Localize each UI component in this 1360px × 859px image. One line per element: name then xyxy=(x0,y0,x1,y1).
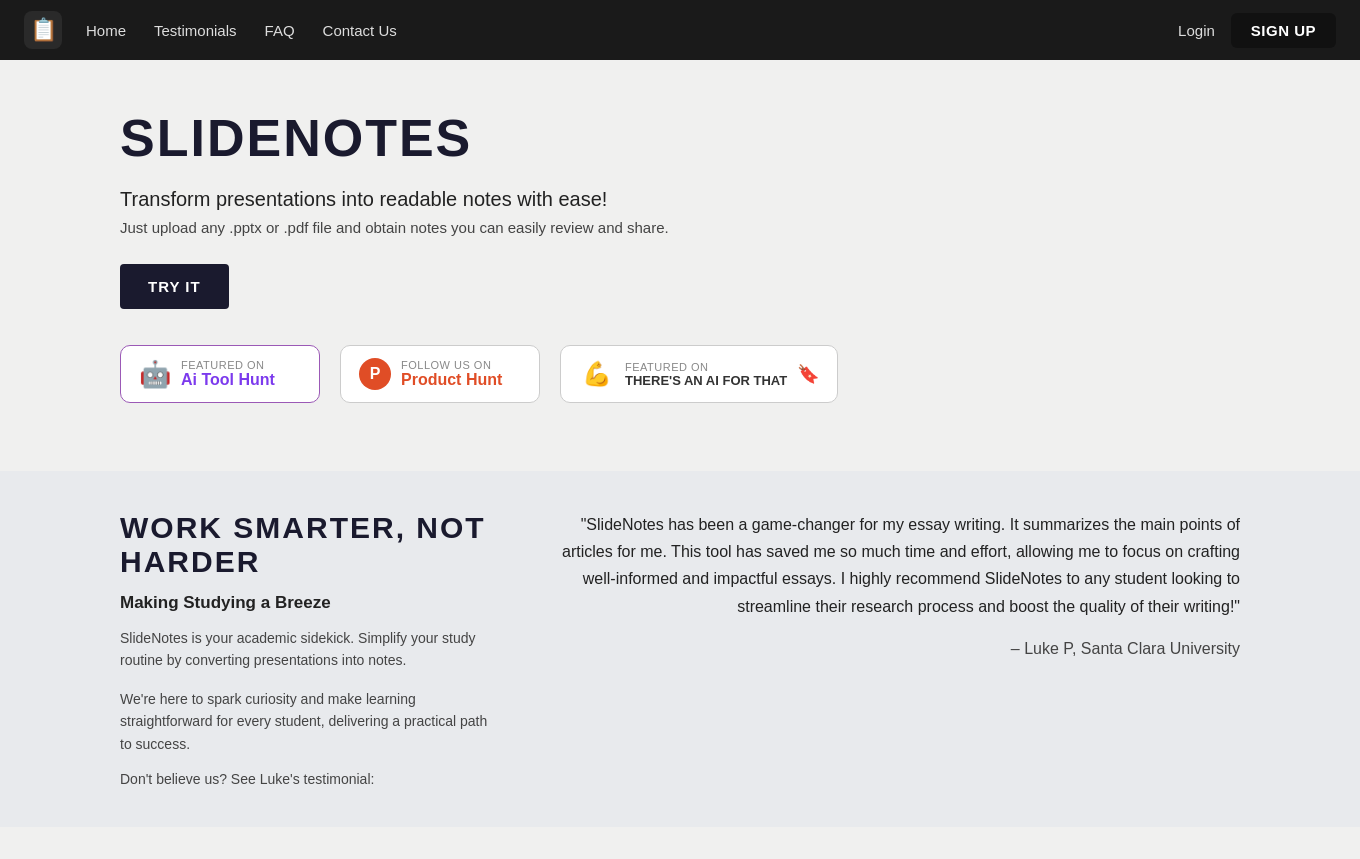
ai-tool-hunt-main: Ai Tool Hunt xyxy=(181,371,275,389)
badge-ai-tool-hunt[interactable]: 🤖 Featured on Ai Tool Hunt xyxy=(120,345,320,403)
logo-icon: 📋 xyxy=(30,17,57,43)
ai-tool-hunt-icon: 🤖 xyxy=(139,359,171,390)
testimonial-body1: SlideNotes is your academic sidekick. Si… xyxy=(120,627,500,672)
theres-ai-small: FEATURED ON xyxy=(625,361,787,373)
ai-tool-hunt-text: Featured on Ai Tool Hunt xyxy=(181,359,275,389)
login-link[interactable]: Login xyxy=(1178,22,1215,39)
nav-contact[interactable]: Contact Us xyxy=(323,22,397,39)
ai-tool-hunt-small: Featured on xyxy=(181,359,275,371)
hero-section: SlideNotes Transform presentations into … xyxy=(0,60,1360,471)
nav-faq[interactable]: FAQ xyxy=(265,22,295,39)
nav-testimonials[interactable]: Testimonials xyxy=(154,22,237,39)
signup-button[interactable]: SIGN UP xyxy=(1231,13,1336,48)
try-it-button[interactable]: TRY IT xyxy=(120,264,229,309)
testimonial-subtitle: Making Studying a Breeze xyxy=(120,593,500,613)
testimonial-body2: We're here to spark curiosity and make l… xyxy=(120,688,500,755)
logo[interactable]: 📋 xyxy=(24,11,62,49)
navigation: 📋 Home Testimonials FAQ Contact Us Login… xyxy=(0,0,1360,60)
testimonial-left: WORK SMARTER, NOT HARDER Making Studying… xyxy=(120,511,500,787)
theres-ai-icon: 💪 xyxy=(579,356,615,392)
product-hunt-small: FOLLOW US ON xyxy=(401,359,502,371)
testimonial-cta: Don't believe us? See Luke's testimonial… xyxy=(120,771,500,787)
testimonial-quote: "SlideNotes has been a game-changer for … xyxy=(560,511,1240,620)
bookmark-icon: 🔖 xyxy=(797,363,819,385)
hero-description: Just upload any .pptx or .pdf file and o… xyxy=(120,219,1240,236)
hero-subtitle: Transform presentations into readable no… xyxy=(120,188,1240,211)
theres-ai-main: THERE'S AN AI FOR THAT xyxy=(625,373,787,388)
product-hunt-main: Product Hunt xyxy=(401,371,502,389)
badge-theres-an-ai[interactable]: 💪 FEATURED ON THERE'S AN AI FOR THAT 🔖 xyxy=(560,345,838,403)
nav-home[interactable]: Home xyxy=(86,22,126,39)
testimonial-right: "SlideNotes has been a game-changer for … xyxy=(560,511,1240,658)
testimonial-section: WORK SMARTER, NOT HARDER Making Studying… xyxy=(0,471,1360,827)
badges-row: 🤖 Featured on Ai Tool Hunt P FOLLOW US O… xyxy=(120,345,1240,403)
theres-ai-text: FEATURED ON THERE'S AN AI FOR THAT xyxy=(625,361,787,388)
product-hunt-icon: P xyxy=(359,358,391,390)
testimonial-author: – Luke P, Santa Clara University xyxy=(560,640,1240,658)
testimonial-section-title: WORK SMARTER, NOT HARDER xyxy=(120,511,500,579)
product-hunt-text: FOLLOW US ON Product Hunt xyxy=(401,359,502,389)
nav-links: Home Testimonials FAQ Contact Us xyxy=(86,22,1178,39)
nav-right: Login SIGN UP xyxy=(1178,13,1336,48)
badge-product-hunt[interactable]: P FOLLOW US ON Product Hunt xyxy=(340,345,540,403)
hero-title: SlideNotes xyxy=(120,108,1240,168)
